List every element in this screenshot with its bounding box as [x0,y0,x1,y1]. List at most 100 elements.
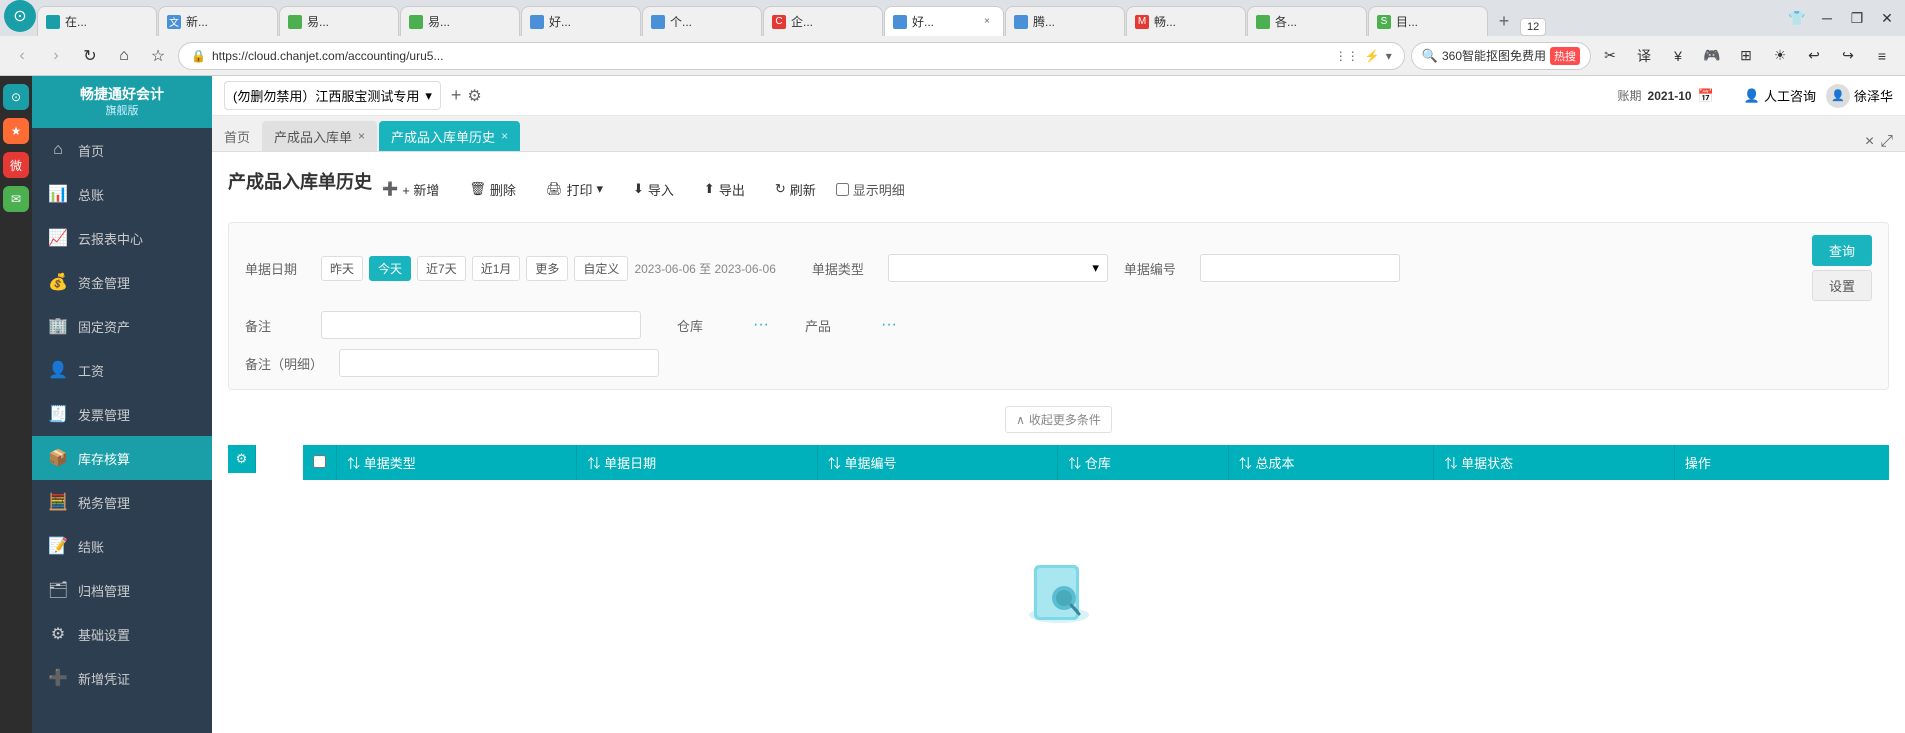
sidebar-item-payroll[interactable]: 👤 工资 [32,348,212,392]
browser-tab-3[interactable]: 易... [279,6,399,36]
browser-tab-5[interactable]: 好... [521,6,641,36]
sidebar-item-funds[interactable]: 💰 资金管理 [32,260,212,304]
sidebar-item-invoice[interactable]: 🧾 发票管理 [32,392,212,436]
sidebar-item-inventory[interactable]: 📦 库存核算 [32,436,212,480]
settings-top-button[interactable]: ⚙ [467,86,481,106]
sidebar-item-closing[interactable]: 📝 结账 [32,524,212,568]
bookmark-button[interactable]: ☆ [144,42,172,70]
browser-tab-9[interactable]: 腾... [1005,6,1125,36]
date-btn-more[interactable]: 更多 [526,256,568,281]
collapse-button[interactable]: ∧ 收起更多条件 [1005,406,1112,433]
reports-icon: 📈 [48,228,68,248]
app-icon-red[interactable]: 微 [3,152,29,178]
browser-tab-2[interactable]: 文 新... [158,6,278,36]
remark-detail-input[interactable] [339,349,659,377]
app-icon-main[interactable]: ⊙ [3,84,29,110]
sidebar-item-new-voucher[interactable]: ➕ 新增凭证 [32,656,212,700]
currency-icon[interactable]: ¥ [1663,41,1693,71]
tab-10-title: 畅... [1154,13,1237,30]
undo-icon[interactable]: ↩ [1799,41,1829,71]
browser-tab-12[interactable]: S 目... [1368,6,1488,36]
browser-tab-11[interactable]: 各... [1247,6,1367,36]
col-warehouse[interactable]: ⇅ 仓库 [1058,445,1229,480]
main-content: (勿删勿禁用）江西服宝测试专用 ▾ + ⚙ 账期 2021-10 📅 👤 人工咨… [212,76,1905,733]
translate-icon[interactable]: 译 [1629,41,1659,71]
sidebar-item-assets[interactable]: 🏢 固定资产 [32,304,212,348]
refresh-btn[interactable]: ↻ 刷新 [765,175,826,204]
breadcrumb-tab-list[interactable]: 产成品入库单 × [262,121,377,151]
add-button[interactable]: ➕ + 新增 [372,175,449,204]
refresh-button[interactable]: ↻ [76,42,104,70]
app-icon-orange[interactable]: ★ [3,118,29,144]
calendar-icon[interactable]: 📅 [1698,88,1714,104]
theme-icon[interactable]: ☀ [1765,41,1795,71]
date-btn-custom[interactable]: 自定义 [574,256,628,281]
date-btn-1month[interactable]: 近1月 [472,256,521,281]
back-button[interactable]: ‹ [8,42,36,70]
display-checkbox[interactable] [836,183,849,196]
filter-settings-button[interactable]: 设置 [1812,270,1872,301]
col-status[interactable]: ⇅ 单据状态 [1434,445,1674,480]
company-selector[interactable]: (勿删勿禁用）江西服宝测试专用 ▾ [224,81,441,110]
forward-button[interactable]: › [42,42,70,70]
grid-icon[interactable]: ⊞ [1731,41,1761,71]
type-filter-select[interactable]: ▾ [888,254,1108,282]
date-btn-7days[interactable]: 近7天 [417,256,466,281]
breadcrumb-tab-list-close[interactable]: × [358,129,365,143]
gamepad-icon[interactable]: 🎮 [1697,41,1727,71]
minimize-button[interactable]: ─ [1813,4,1841,32]
sidebar-item-home[interactable]: ⌂ 首页 [32,128,212,172]
col-type[interactable]: ⇅ 单据类型 [337,445,577,480]
sidebar-item-reports[interactable]: 📈 云报表中心 [32,216,212,260]
browser-tab-1[interactable]: 在... [37,6,157,36]
sidebar-item-tax[interactable]: 🧮 税务管理 [32,480,212,524]
sidebar-item-basic[interactable]: ⚙ 基础设置 [32,612,212,656]
home-nav-button[interactable]: ⌂ [110,42,138,70]
table-settings-th[interactable]: ⚙ [228,445,256,473]
import-button[interactable]: ⬇ 导入 [623,175,684,204]
browser-tab-6[interactable]: 个... [642,6,762,36]
tab-8-close[interactable]: × [979,14,995,30]
maximize-button[interactable]: ❐ [1843,4,1871,32]
address-input[interactable]: 🔒 https://cloud.chanjet.com/accounting/u… [178,42,1405,70]
redo-icon[interactable]: ↪ [1833,41,1863,71]
date-btn-today[interactable]: 今天 [369,256,411,281]
browser-tab-10[interactable]: M 畅... [1126,6,1246,36]
col-total-cost-label: ⇅ 总成本 [1239,456,1295,471]
breadcrumb-tab-history-close[interactable]: × [501,129,508,143]
breadcrumb-tab-history[interactable]: 产成品入库单历史 × [379,121,520,151]
remark-filter-input[interactable] [321,311,641,339]
add-company-button[interactable]: + [451,85,462,106]
col-number[interactable]: ⇅ 单据编号 [817,445,1057,480]
content-expand-button[interactable]: ⤢ [1880,133,1893,151]
product-filter-dots[interactable]: ··· [881,316,897,334]
number-filter-input[interactable] [1200,254,1400,282]
select-all-checkbox[interactable] [313,455,326,468]
browser-tab-7[interactable]: C 企... [763,6,883,36]
warehouse-filter-dots[interactable]: ··· [753,316,769,334]
new-tab-button[interactable]: + [1489,6,1519,36]
search-box[interactable]: 🔍 360智能抠图免费用 热搜 [1411,42,1591,70]
col-total-cost[interactable]: ⇅ 总成本 [1228,445,1434,480]
print-button[interactable]: 🖨 打印 ▾ [536,175,613,204]
address-dropdown-icon[interactable]: ▾ [1386,49,1392,63]
sidebar-item-ledger[interactable]: 📊 总账 [32,172,212,216]
sidebar-item-archive[interactable]: 🗂 归档管理 [32,568,212,612]
delete-button[interactable]: 🗑 删除 [459,175,526,204]
export-button[interactable]: ⬆ 导出 [694,175,755,204]
table-checkbox-th[interactable] [303,445,337,480]
content-close-button[interactable]: × [1865,133,1874,151]
col-date[interactable]: ⇅ 单据日期 [577,445,817,480]
breadcrumb-home[interactable]: 首页 [212,121,262,151]
query-button[interactable]: 查询 [1812,235,1872,266]
scissors-icon[interactable]: ✂ [1595,41,1625,71]
browser-tab-4[interactable]: 易... [400,6,520,36]
date-btn-yesterday[interactable]: 昨天 [321,256,363,281]
user-profile[interactable]: 👤 徐泽华 [1826,84,1893,108]
browser-settings-icon[interactable]: ≡ [1867,41,1897,71]
app-icon-green[interactable]: ✉ [3,186,29,212]
close-button[interactable]: ✕ [1873,4,1901,32]
browser-tab-8[interactable]: 好... × [884,6,1004,36]
consult-button[interactable]: 👤 人工咨询 [1744,86,1816,105]
export-button-icon: ⬆ [704,181,715,197]
